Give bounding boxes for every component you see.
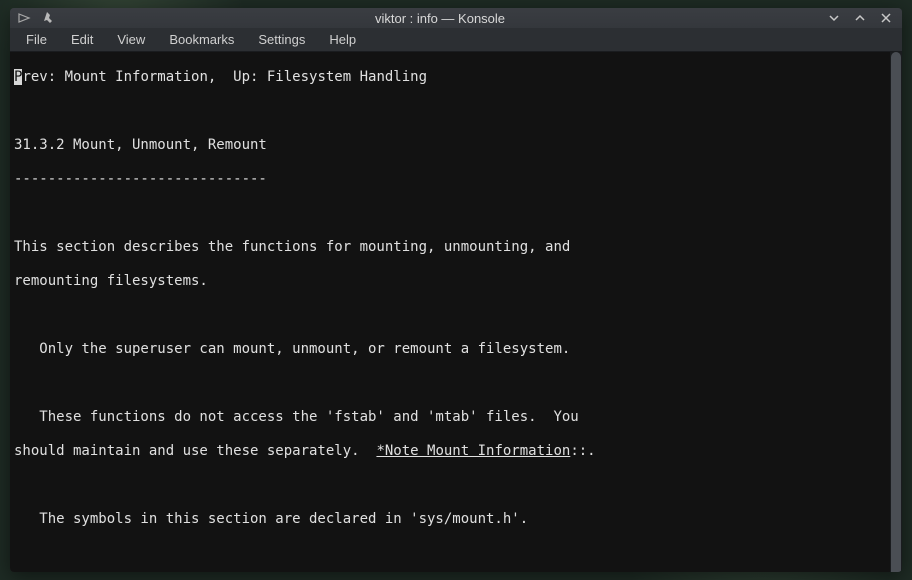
info-nav-line: Prev: Mount Information, Up: Filesystem … xyxy=(14,69,886,86)
maximize-button[interactable] xyxy=(850,8,870,28)
titlebar[interactable]: viktor : info — Konsole xyxy=(10,8,902,28)
scrollbar-thumb[interactable] xyxy=(891,52,901,572)
menu-bookmarks[interactable]: Bookmarks xyxy=(157,28,246,51)
blank-line xyxy=(14,545,886,562)
body-text: remounting filesystems. xyxy=(14,273,886,290)
body-text: These functions do not access the 'fstab… xyxy=(14,409,886,426)
menu-edit[interactable]: Edit xyxy=(59,28,105,51)
pin-icon[interactable] xyxy=(40,10,56,26)
titlebar-left xyxy=(16,10,56,26)
body-text: Only the superuser can mount, unmount, o… xyxy=(14,341,886,358)
blank-line xyxy=(14,477,886,494)
body-text: should maintain and use these separately… xyxy=(14,443,886,460)
konsole-window: viktor : info — Konsole File Edit View B… xyxy=(10,8,902,572)
blank-line xyxy=(14,307,886,324)
menu-settings[interactable]: Settings xyxy=(246,28,317,51)
menu-file[interactable]: File xyxy=(14,28,59,51)
section-heading: 31.3.2 Mount, Unmount, Remount xyxy=(14,137,886,154)
body-text: This section describes the functions for… xyxy=(14,239,886,256)
menu-view[interactable]: View xyxy=(105,28,157,51)
window-title: viktor : info — Konsole xyxy=(56,11,824,26)
info-link-mount-information[interactable]: *Note Mount Information xyxy=(376,443,570,459)
section-underline: ------------------------------ xyxy=(14,171,886,188)
app-menu-icon[interactable] xyxy=(16,10,32,26)
body-text: The symbols in this section are declared… xyxy=(14,511,886,528)
blank-line xyxy=(14,103,886,120)
window-controls xyxy=(824,8,896,28)
blank-line xyxy=(14,375,886,392)
blank-line xyxy=(14,205,886,222)
close-button[interactable] xyxy=(876,8,896,28)
menu-help[interactable]: Help xyxy=(317,28,368,51)
terminal-scrollbar[interactable] xyxy=(890,52,902,572)
menubar: File Edit View Bookmarks Settings Help xyxy=(10,28,902,52)
terminal-area: Prev: Mount Information, Up: Filesystem … xyxy=(10,52,902,572)
minimize-button[interactable] xyxy=(824,8,844,28)
nav-text: rev: Mount Information, Up: Filesystem H… xyxy=(22,69,427,85)
terminal[interactable]: Prev: Mount Information, Up: Filesystem … xyxy=(10,52,890,572)
